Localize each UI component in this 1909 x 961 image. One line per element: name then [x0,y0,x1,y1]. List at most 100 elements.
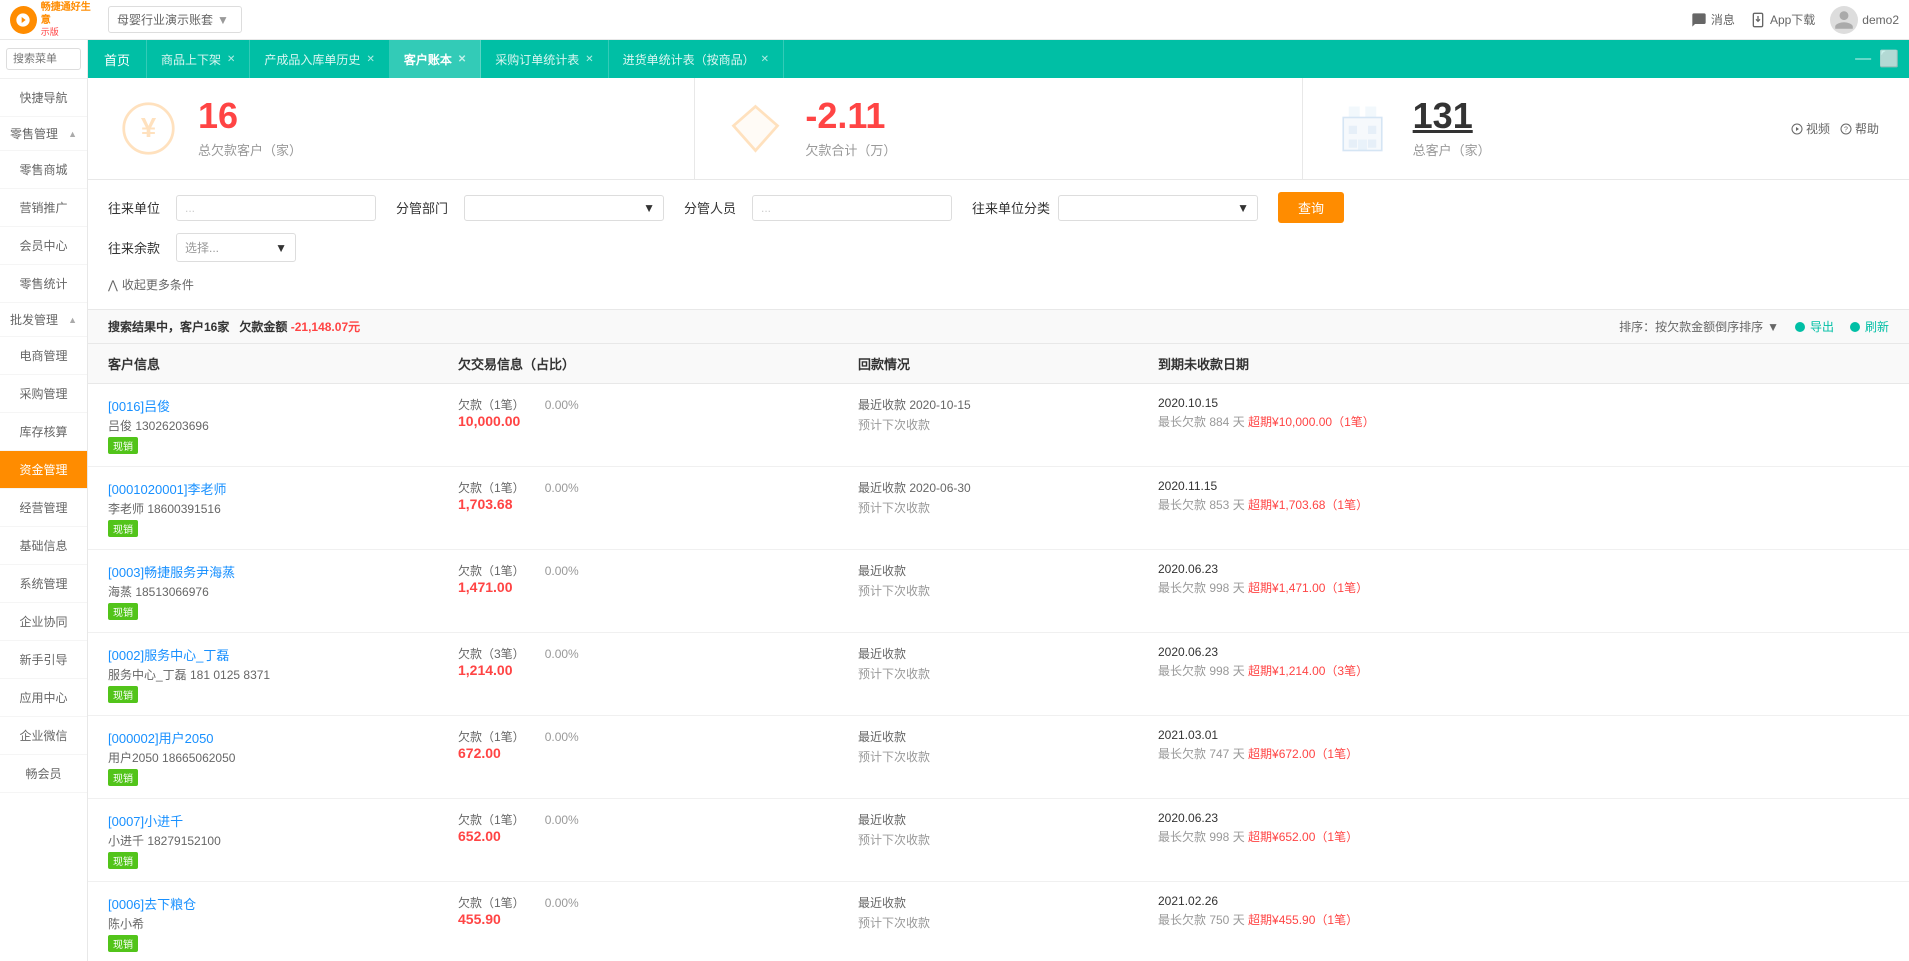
collapse-btn[interactable]: ⋀ 收起更多条件 [108,276,1889,293]
overdue-link-2[interactable]: 超期¥1,471.00（1笔） [1248,581,1368,595]
sidebar-item-member-center[interactable]: 会员中心 [0,227,87,265]
tab-purchase_order[interactable]: 采购订单统计表✕ [481,40,608,78]
sidebar-item-enterprise-wechat[interactable]: 企业微信 [0,717,87,755]
customer-tag-5: 现销 [108,852,138,869]
last-collection-0: 最近收款 2020-10-15 [858,396,1158,413]
cell-collection-1: 最近收款 2020-06-30 预计下次收款 [858,479,1158,516]
cell-collection-5: 最近收款 预计下次收款 [858,811,1158,848]
customer-name-5[interactable]: 小进千 [144,814,183,829]
next-collection-3: 预计下次收款 [858,665,1158,682]
table-row: [0016]吕俊 吕俊 13026203696 现销 欠款（1笔） 0.00% … [88,384,1909,467]
customer-name-3[interactable]: 服务中心_丁磊 [144,648,229,663]
overdue-link-3[interactable]: 超期¥1,214.00（3笔） [1248,664,1368,678]
overdue-link-5[interactable]: 超期¥652.00（1笔） [1248,830,1358,844]
tab-close-icon[interactable]: ✕ [761,54,769,65]
sidebar-search-input[interactable] [6,48,81,70]
sidebar-item-new-guide[interactable]: 新手引导 [0,641,87,679]
customer-name-6[interactable]: 去下粮仓 [144,897,196,912]
customer-id-3[interactable]: [0002] [108,648,144,663]
tab-home[interactable]: 首页 [88,40,147,78]
store-selector[interactable]: 母婴行业演示账套 ▼ [108,6,242,33]
due-date-3: 2020.06.23 [1158,645,1889,659]
customer-phone-5: 小进千 18279152100 [108,832,458,849]
customer-name-2[interactable]: 畅捷服务尹海蒸 [144,565,235,580]
summary-card-total-customers: 131 总客户（家） 视频 ? 帮助 [1303,78,1909,179]
sidebar-item-batch-mgmt[interactable]: 批发管理▲ [0,303,87,337]
user-avatar-area[interactable]: demo2 [1830,6,1899,34]
window-maximize-icon[interactable]: ⬜ [1879,49,1899,69]
due-date-6: 2021.02.26 [1158,894,1889,908]
customer-name-1[interactable]: 李老师 [188,482,227,497]
overdue-link-0[interactable]: 超期¥10,000.00（1笔） [1248,415,1375,429]
sidebar-item-ecommerce[interactable]: 电商管理 [0,337,87,375]
tab-close-icon[interactable]: ✕ [366,54,374,65]
overdue-days-2: 最长欠款 998 天 超期¥1,471.00（1笔） [1158,579,1889,596]
tab-incoming_stats[interactable]: 进货单统计表（按商品）✕ [609,40,784,78]
filter-balance-label: 往来余款 [108,238,168,257]
sidebar-item-operations-mgmt[interactable]: 经营管理 [0,489,87,527]
tab-customer_account[interactable]: 客户账本✕ [390,40,481,78]
last-collection-5: 最近收款 [858,811,1158,828]
debt-info-2: 欠款（1笔） [458,562,525,579]
sidebar-item-capital-mgmt[interactable]: 资金管理 [0,451,87,489]
cell-customer-1: [0001020001]李老师 李老师 18600391516 现销 [108,479,458,537]
filter-unit-label: 往来单位 [108,198,168,217]
overdue-link-1[interactable]: 超期¥1,703.68（1笔） [1248,498,1368,512]
customer-name-4[interactable]: 用户2050 [159,731,214,746]
sidebar-item-retail-mall[interactable]: 零售商城 [0,151,87,189]
filter-row-2: 往来余款 选择...▼ [108,233,1889,262]
customer-name-0[interactable]: 吕俊 [144,399,170,414]
customer-id-5[interactable]: [0007] [108,814,144,829]
message-btn[interactable]: 消息 [1691,11,1735,28]
filter-category-select[interactable]: ▼ [1058,195,1258,221]
debt-customers-label: 总欠款客户（家） [198,140,664,159]
overdue-days-3: 最长欠款 998 天 超期¥1,214.00（3笔） [1158,662,1889,679]
sidebar-item-enterprise-collab[interactable]: 企业协同 [0,603,87,641]
tab-product_history[interactable]: 产成品入库单历史 ✕ [250,40,389,78]
filter-person-input[interactable]: ... [752,195,952,221]
summary-cards: ¥ 16 总欠款客户（家） [88,78,1909,180]
sidebar-item-quick-nav[interactable]: 快捷导航 [0,79,87,117]
sidebar-item-system-mgmt[interactable]: 系统管理 [0,565,87,603]
sidebar-item-purchase-mgmt[interactable]: 采购管理 [0,375,87,413]
cell-debt-2: 欠款（1笔） 0.00% 1,471.00 [458,562,858,595]
sort-selector[interactable]: 排序：按欠款金额倒序排序 ▼ [1619,318,1779,335]
tab-close-icon[interactable]: ✕ [227,54,235,65]
sidebar-item-畅会员[interactable]: 畅会员 [0,755,87,793]
customer-id-1[interactable]: [0001020001] [108,482,188,497]
filter-dept-select[interactable]: ▼ [464,195,664,221]
customer-id-0[interactable]: [0016] [108,399,144,414]
debt-amount-3: 1,214.00 [458,662,858,678]
filter-balance-select[interactable]: 选择...▼ [176,233,296,262]
overdue-link-4[interactable]: 超期¥672.00（1笔） [1248,747,1358,761]
tab-close-icon[interactable]: ✕ [458,54,466,65]
customer-id-6[interactable]: [0006] [108,897,144,912]
filter-category: 往来单位分类 ▼ [972,195,1258,221]
sidebar-item-inventory[interactable]: 库存核算 [0,413,87,451]
window-minimize-icon[interactable]: — [1855,50,1871,68]
customer-id-4[interactable]: [000002] [108,731,159,746]
sidebar-item-marketing[interactable]: 营销推广 [0,189,87,227]
overdue-link-6[interactable]: 超期¥455.90（1笔） [1248,913,1358,927]
export-btn[interactable]: 导出 [1794,318,1834,335]
sidebar-item-basic-info[interactable]: 基础信息 [0,527,87,565]
app-download-btn[interactable]: App下载 [1750,11,1815,28]
tab-label: 商品上下架 [161,51,221,68]
tab-product_shelf[interactable]: 商品上下架 ✕ [147,40,250,78]
video-btn[interactable]: 视频 [1791,120,1830,137]
cell-debt-5: 欠款（1笔） 0.00% 652.00 [458,811,858,844]
tab-label: 产成品入库单历史 [264,51,360,68]
customer-phone-4: 用户2050 18665062050 [108,749,458,766]
customer-id-2[interactable]: [0003] [108,565,144,580]
refresh-btn[interactable]: 刷新 [1849,318,1889,335]
tab-close-icon[interactable]: ✕ [585,54,593,65]
sidebar-item-app-center[interactable]: 应用中心 [0,679,87,717]
sidebar-item-retail-stats[interactable]: 零售统计 [0,265,87,303]
filter-unit-input[interactable]: ... [176,195,376,221]
help-btn[interactable]: ? 帮助 [1840,120,1879,137]
sidebar-item-retail-mgmt[interactable]: 零售管理▲ [0,117,87,151]
table-header: 客户信息 欠交易信息（占比） 回款情况 到期未收款日期 [88,344,1909,384]
search-button[interactable]: 查询 [1278,192,1344,223]
last-collection-1: 最近收款 2020-06-30 [858,479,1158,496]
cell-customer-2: [0003]畅捷服务尹海蒸 海蒸 18513066976 现销 [108,562,458,620]
